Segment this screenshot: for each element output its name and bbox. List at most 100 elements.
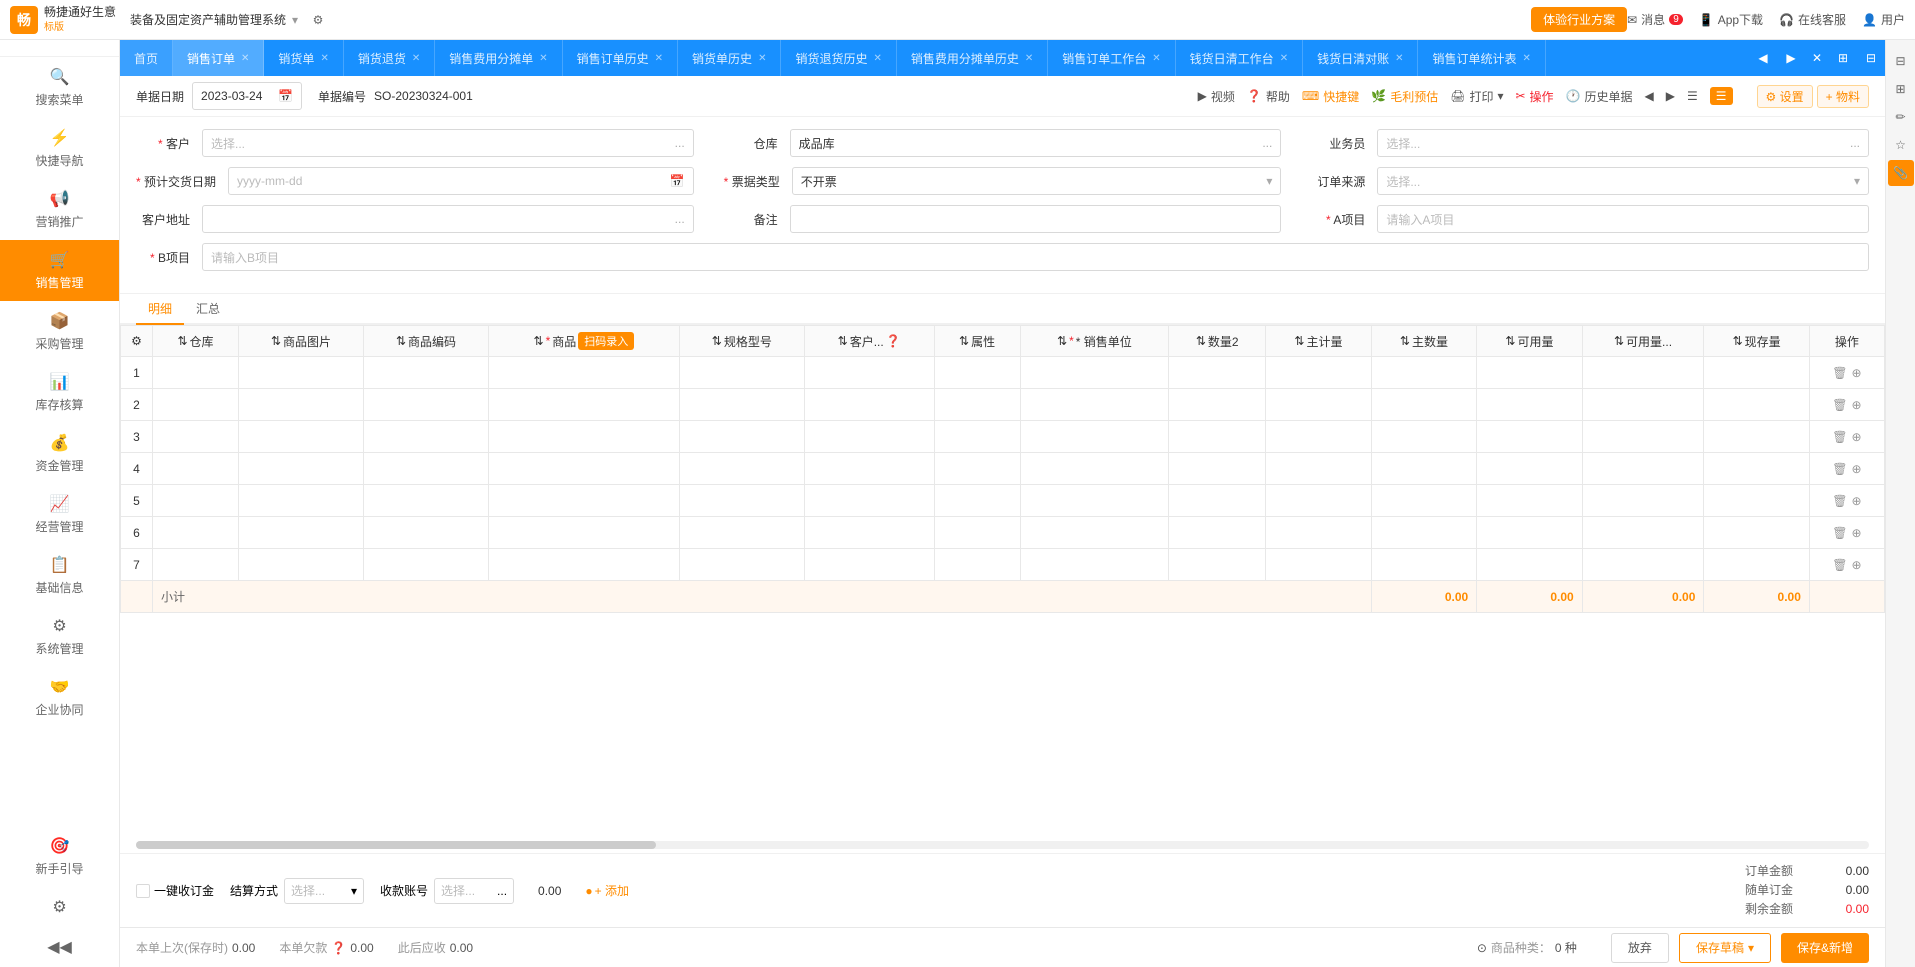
copy-row-button[interactable]: ⊕ <box>1852 366 1862 380</box>
cell-image[interactable] <box>239 485 364 517</box>
cell-customer-code[interactable] <box>804 421 934 453</box>
delivery-date-input[interactable]: yyyy-mm-dd 📅 <box>228 167 694 195</box>
tab-order-workbench[interactable]: 销售订单工作台 ✕ <box>1048 40 1175 76</box>
scroll-thumb[interactable] <box>136 841 656 849</box>
cell-warehouse[interactable] <box>153 357 239 389</box>
horizontal-scrollbar[interactable] <box>136 841 1869 849</box>
cell-current[interactable] <box>1704 549 1810 581</box>
cell-unit[interactable] <box>1020 549 1169 581</box>
cell-spec[interactable] <box>679 549 804 581</box>
tab-expense-history[interactable]: 销售费用分摊单历史 ✕ <box>897 40 1048 76</box>
cell-current[interactable] <box>1704 357 1810 389</box>
scan-button[interactable]: 扫码录入 <box>578 332 634 350</box>
cell-spec[interactable] <box>679 485 804 517</box>
cell-qty2[interactable] <box>1169 357 1266 389</box>
cell-main-unit[interactable] <box>1266 453 1372 485</box>
cell-unit[interactable] <box>1020 421 1169 453</box>
cell-available2[interactable] <box>1582 485 1704 517</box>
cell-product[interactable] <box>488 421 679 453</box>
cell-attrs[interactable] <box>934 421 1020 453</box>
close-icon[interactable]: ✕ <box>758 53 766 64</box>
cell-unit[interactable] <box>1020 485 1169 517</box>
cell-code[interactable] <box>364 389 489 421</box>
close-icon[interactable]: ✕ <box>1523 53 1531 64</box>
date-field[interactable]: 2023-03-24 📅 <box>192 82 302 110</box>
cell-spec[interactable] <box>679 517 804 549</box>
cell-product[interactable] <box>488 389 679 421</box>
cell-customer-code[interactable] <box>804 517 934 549</box>
cell-image[interactable] <box>239 421 364 453</box>
cell-code[interactable] <box>364 485 489 517</box>
cell-unit[interactable] <box>1020 453 1169 485</box>
cell-spec[interactable] <box>679 357 804 389</box>
cell-available[interactable] <box>1477 389 1583 421</box>
view-video-button[interactable]: ▶ 视频 <box>1198 88 1235 105</box>
cell-spec[interactable] <box>679 453 804 485</box>
sidebar-item-operations[interactable]: 📈 经营管理 <box>0 484 119 545</box>
a-project-input[interactable]: 请输入A项目 <box>1377 205 1869 233</box>
cell-attrs[interactable] <box>934 485 1020 517</box>
cell-warehouse[interactable] <box>153 389 239 421</box>
settings-button[interactable]: ⚙ 设置 <box>1757 85 1813 108</box>
delete-row-button[interactable]: 🗑 <box>1832 366 1847 380</box>
cell-warehouse[interactable] <box>153 517 239 549</box>
cell-main-qty[interactable] <box>1371 485 1477 517</box>
cell-image[interactable] <box>239 453 364 485</box>
delete-row-button[interactable]: 🗑 <box>1832 462 1847 476</box>
close-icon[interactable]: ✕ <box>873 53 881 64</box>
th-product[interactable]: ⇅ * 商品 扫码录入 <box>488 326 679 357</box>
checkbox-icon[interactable] <box>136 884 150 898</box>
close-icon[interactable]: ✕ <box>412 53 420 64</box>
cell-product[interactable] <box>488 453 679 485</box>
cell-image[interactable] <box>239 549 364 581</box>
sidebar-item-inventory[interactable]: 📊 库存核算 <box>0 362 119 423</box>
cell-main-unit[interactable] <box>1266 485 1372 517</box>
tab-summary[interactable]: 汇总 <box>184 294 232 325</box>
cell-customer-code[interactable] <box>804 549 934 581</box>
account-select[interactable]: 选择... ... <box>434 878 514 904</box>
th-attrs[interactable]: ⇅属性 <box>934 326 1020 357</box>
cell-warehouse[interactable] <box>153 421 239 453</box>
cell-unit[interactable] <box>1020 517 1169 549</box>
cell-main-qty[interactable] <box>1371 549 1477 581</box>
cell-qty2[interactable] <box>1169 517 1266 549</box>
profit-button[interactable]: 🌿 毛利预估 <box>1371 88 1438 105</box>
customer-input[interactable]: 选择... ... <box>202 129 694 157</box>
th-current[interactable]: ⇅现存量 <box>1704 326 1810 357</box>
cell-main-unit[interactable] <box>1266 357 1372 389</box>
cell-available2[interactable] <box>1582 517 1704 549</box>
cell-code[interactable] <box>364 453 489 485</box>
cell-main-qty[interactable] <box>1371 389 1477 421</box>
sidebar-item-purchase[interactable]: 📦 采购管理 <box>0 301 119 362</box>
b-project-input[interactable]: 请输入B项目 <box>202 243 1869 271</box>
cell-current[interactable] <box>1704 389 1810 421</box>
chevron-down-icon[interactable]: ▾ <box>292 13 298 27</box>
tab-sales-return[interactable]: 销货退货 ✕ <box>344 40 435 76</box>
th-image[interactable]: ⇅商品图片 <box>239 326 364 357</box>
cell-image[interactable] <box>239 389 364 421</box>
cell-available2[interactable] <box>1582 549 1704 581</box>
save-new-button[interactable]: 保存&新增 <box>1781 933 1869 963</box>
gear-button[interactable]: ⚙ <box>304 6 332 34</box>
sidebar-item-finance[interactable]: 💰 资金管理 <box>0 423 119 484</box>
cell-product[interactable] <box>488 517 679 549</box>
next-record-button[interactable]: ▶ <box>1666 89 1675 103</box>
rs-btn-4[interactable]: ☆ <box>1888 132 1914 158</box>
cell-attrs[interactable] <box>934 549 1020 581</box>
industry-solution-button[interactable]: 体验行业方案 <box>1531 7 1627 32</box>
th-warehouse[interactable]: ⇅仓库 <box>153 326 239 357</box>
add-payment-button[interactable]: ● + 添加 <box>585 882 629 899</box>
copy-row-button[interactable]: ⊕ <box>1852 526 1862 540</box>
cell-attrs[interactable] <box>934 357 1020 389</box>
cell-available[interactable] <box>1477 549 1583 581</box>
th-main-qty[interactable]: ⇅主数量 <box>1371 326 1477 357</box>
cell-main-qty[interactable] <box>1371 453 1477 485</box>
one-click-deposit-checkbox[interactable]: 一键收订金 <box>136 882 214 899</box>
payment-method-select[interactable]: 选择... ▾ <box>284 878 364 904</box>
sidebar-item-sales[interactable]: 🛒 销售管理 <box>0 240 119 301</box>
cell-main-unit[interactable] <box>1266 517 1372 549</box>
cell-qty2[interactable] <box>1169 485 1266 517</box>
cell-code[interactable] <box>364 517 489 549</box>
notes-input[interactable] <box>790 205 1282 233</box>
cell-spec[interactable] <box>679 389 804 421</box>
